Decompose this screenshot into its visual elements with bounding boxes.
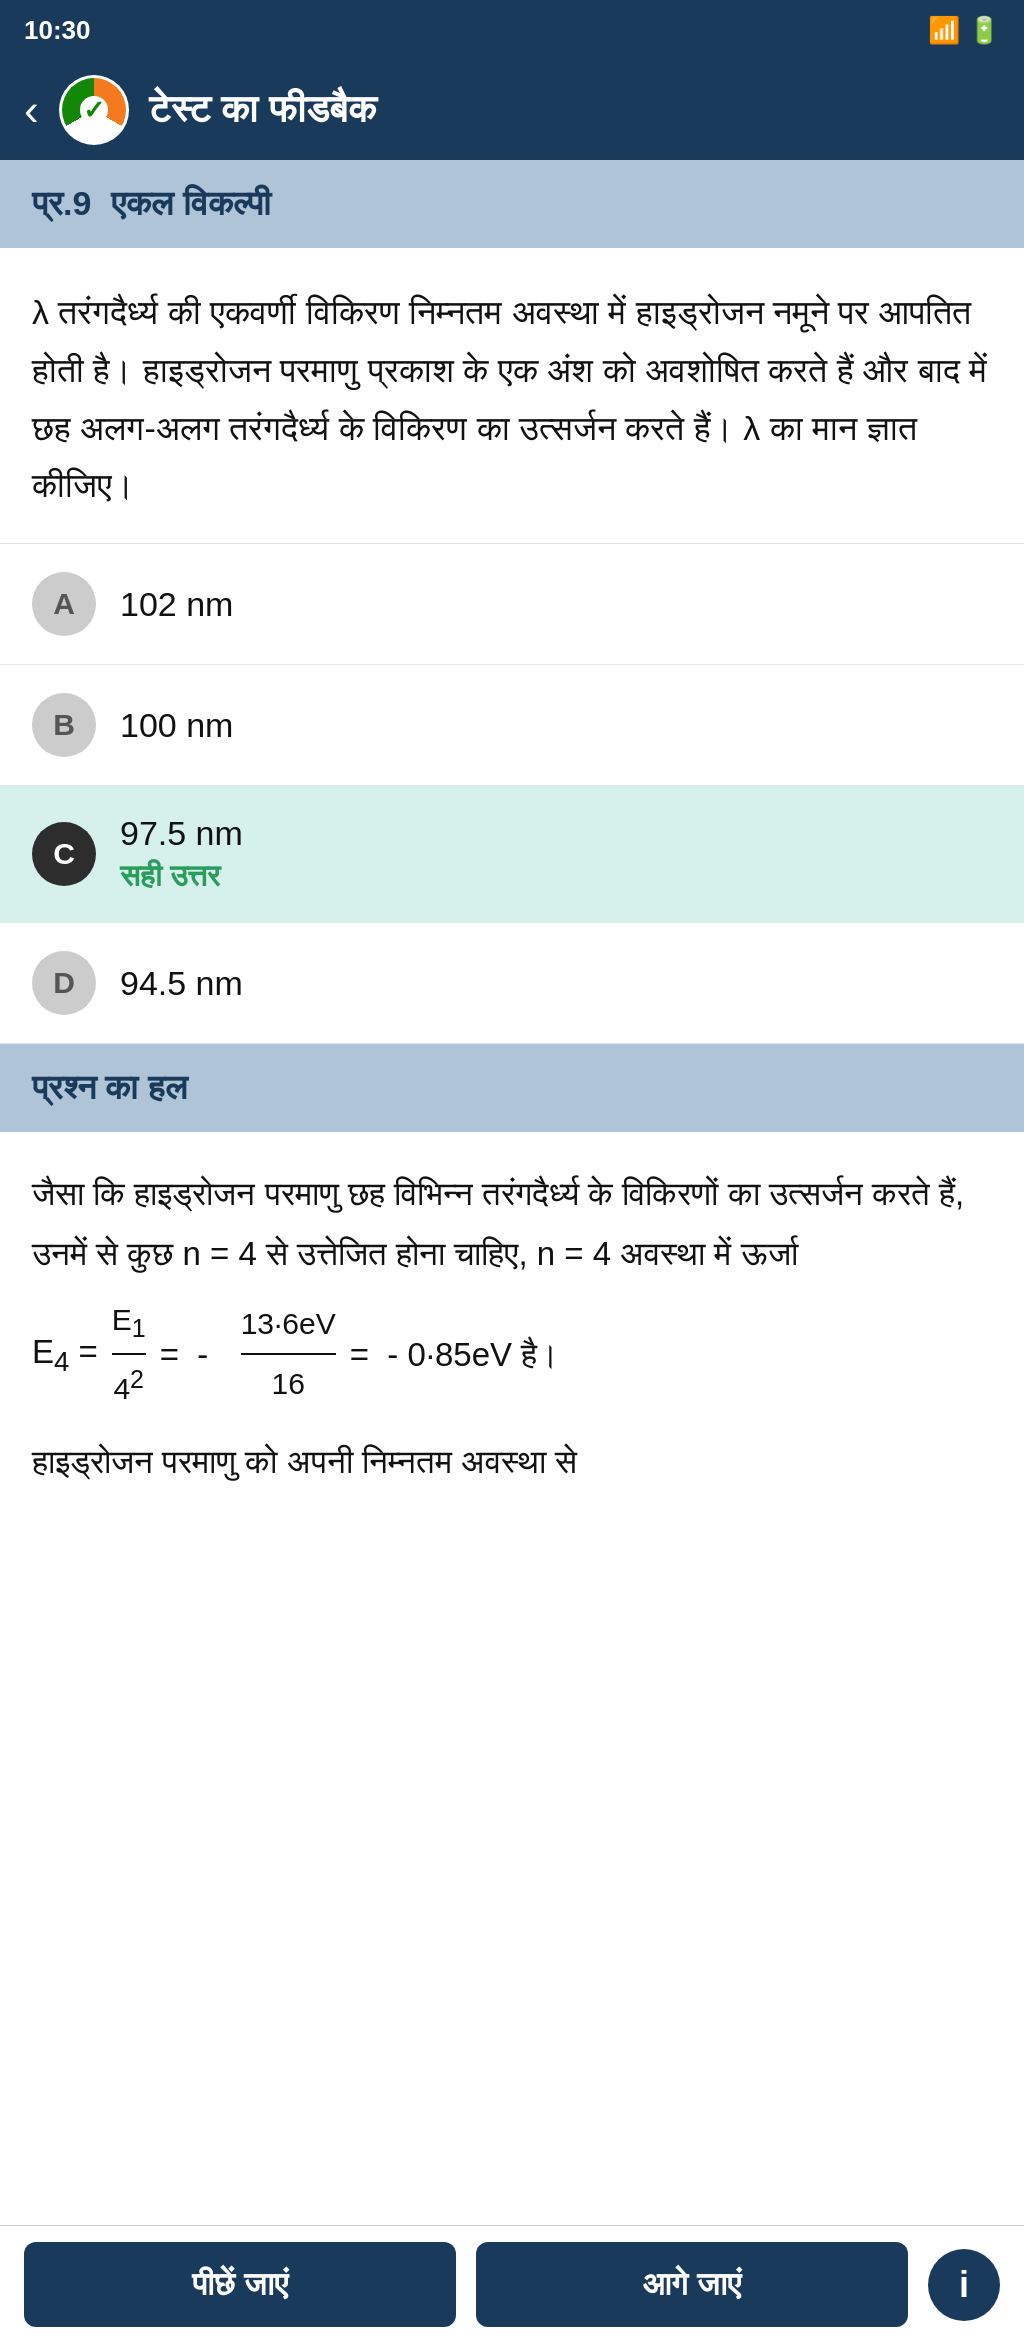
option-c-content: 97.5 nm सही उत्तर	[120, 814, 243, 894]
question-type: एकल विकल्पी	[111, 184, 270, 224]
option-b-badge: B	[32, 693, 96, 757]
signal-icon: 📶	[928, 15, 960, 46]
option-a[interactable]: A 102 nm	[0, 544, 1024, 665]
info-button[interactable]: i	[928, 2249, 1000, 2321]
correct-label: सही उत्तर	[120, 859, 243, 894]
formula-result: = - 0·85eV है।	[350, 1325, 560, 1384]
option-b-content: 100 nm	[120, 706, 233, 745]
option-c-badge: C	[32, 822, 96, 886]
status-icons: 📶 🔋	[928, 15, 1000, 46]
back-button[interactable]: ‹	[24, 88, 39, 132]
option-b-text: 100 nm	[120, 706, 233, 745]
option-b[interactable]: B 100 nm	[0, 665, 1024, 786]
solution-header: प्रश्न का हल	[0, 1044, 1024, 1132]
solution-formula: E4 = E1 42 = - 13·6eV 16 = - 0·85eV है।	[32, 1293, 992, 1416]
formula-equals: = -	[160, 1325, 227, 1384]
prev-button[interactable]: पीछें जाएं	[24, 2242, 456, 2327]
option-a-content: 102 nm	[120, 585, 233, 624]
formula-e4: E4 =	[32, 1322, 98, 1386]
option-c[interactable]: C 97.5 nm सही उत्तर	[0, 786, 1024, 923]
solution-body: जैसा कि हाइड्रोजन परमाणु छह विभिन्न तरंग…	[0, 1132, 1024, 1531]
logo-tricolor	[62, 78, 126, 142]
bottom-nav: पीछें जाएं आगे जाएं i	[0, 2225, 1024, 2343]
question-body: λ तरंगदैर्ध्य की एकवर्णी विकिरण निम्नतम …	[0, 248, 1024, 544]
option-a-text: 102 nm	[120, 585, 233, 624]
formula-fraction: E1 42	[106, 1293, 152, 1416]
options-container: A 102 nm B 100 nm C 97.5 nm सही उत्तर D …	[0, 544, 1024, 1044]
option-d-text: 94.5 nm	[120, 964, 243, 1003]
option-d[interactable]: D 94.5 nm	[0, 923, 1024, 1044]
solution-text-2: हाइड्रोजन परमाणु को अपनी निम्नतम अवस्था …	[32, 1432, 992, 1491]
question-header: प्र.9 एकल विकल्पी	[0, 160, 1024, 248]
app-logo	[59, 75, 129, 145]
solution-text-1: जैसा कि हाइड्रोजन परमाणु छह विभिन्न तरंग…	[32, 1164, 992, 1283]
bottom-spacer	[0, 1531, 1024, 1651]
next-button[interactable]: आगे जाएं	[476, 2242, 908, 2327]
nav-bar: ‹ टेस्ट का फीडबैक	[0, 60, 1024, 160]
question-number: प्र.9	[32, 184, 91, 224]
status-time: 10:30	[24, 15, 91, 46]
option-c-text: 97.5 nm	[120, 814, 243, 853]
option-a-badge: A	[32, 572, 96, 636]
option-d-content: 94.5 nm	[120, 964, 243, 1003]
nav-title: टेस्ट का फीडबैक	[149, 88, 376, 132]
question-text: λ तरंगदैर्ध्य की एकवर्णी विकिरण निम्नतम …	[32, 293, 987, 504]
solution-title: प्रश्न का हल	[32, 1068, 187, 1106]
battery-icon: 🔋	[968, 15, 1000, 46]
status-bar: 10:30 📶 🔋	[0, 0, 1024, 60]
option-d-badge: D	[32, 951, 96, 1015]
formula-value: 13·6eV 16	[235, 1297, 342, 1411]
